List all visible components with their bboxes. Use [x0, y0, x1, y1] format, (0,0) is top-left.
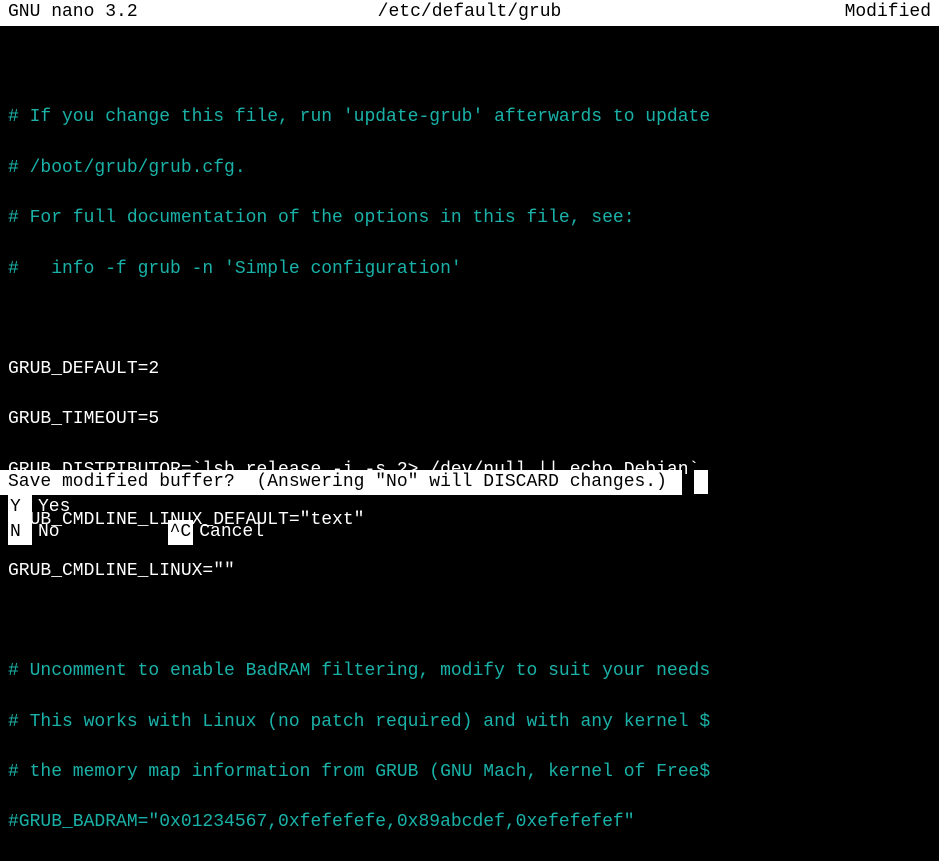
comment-line: # This works with Linux (no patch requir… — [8, 710, 931, 735]
app-name: GNU nano 3.2 — [8, 0, 138, 25]
save-prompt: Save modified buffer? (Answering "No" wi… — [0, 470, 939, 495]
config-line: GRUB_DEFAULT=2 — [8, 357, 931, 382]
comment-line: # the memory map information from GRUB (… — [8, 760, 931, 785]
key-desc: Cancel — [193, 520, 284, 545]
key-desc: No — [32, 520, 80, 545]
file-path: /etc/default/grub — [378, 0, 562, 25]
comment-line: #GRUB_BADRAM="0x01234567,0xfefefefe,0x89… — [8, 810, 931, 835]
key-label: ^C — [168, 520, 194, 545]
comment-line: # info -f grub -n 'Simple configuration' — [8, 257, 931, 282]
comment-line: # /boot/grub/grub.cfg. — [8, 156, 931, 181]
help-cancel[interactable]: ^C Cancel — [168, 520, 284, 545]
title-bar: GNU nano 3.2 /etc/default/grub Modified — [0, 0, 939, 26]
comment-line: # For full documentation of the options … — [8, 206, 931, 231]
comment-line: # If you change this file, run 'update-g… — [8, 105, 931, 130]
key-label: N — [8, 520, 32, 545]
key-desc: Yes — [32, 495, 90, 520]
config-line: GRUB_TIMEOUT=5 — [8, 407, 931, 432]
prompt-text: Save modified buffer? (Answering "No" wi… — [0, 470, 682, 495]
key-label: Y — [8, 495, 32, 520]
help-no[interactable]: N No — [8, 520, 80, 545]
comment-line: # Uncomment to enable BadRAM filtering, … — [8, 659, 931, 684]
modified-status: Modified — [845, 0, 931, 25]
help-bar: Y Yes N No ^C Cancel — [0, 495, 939, 545]
config-line: GRUB_CMDLINE_LINUX="" — [8, 559, 931, 584]
cursor — [694, 470, 708, 494]
editor-content[interactable]: # If you change this file, run 'update-g… — [0, 26, 939, 861]
help-yes[interactable]: Y Yes — [8, 495, 90, 520]
